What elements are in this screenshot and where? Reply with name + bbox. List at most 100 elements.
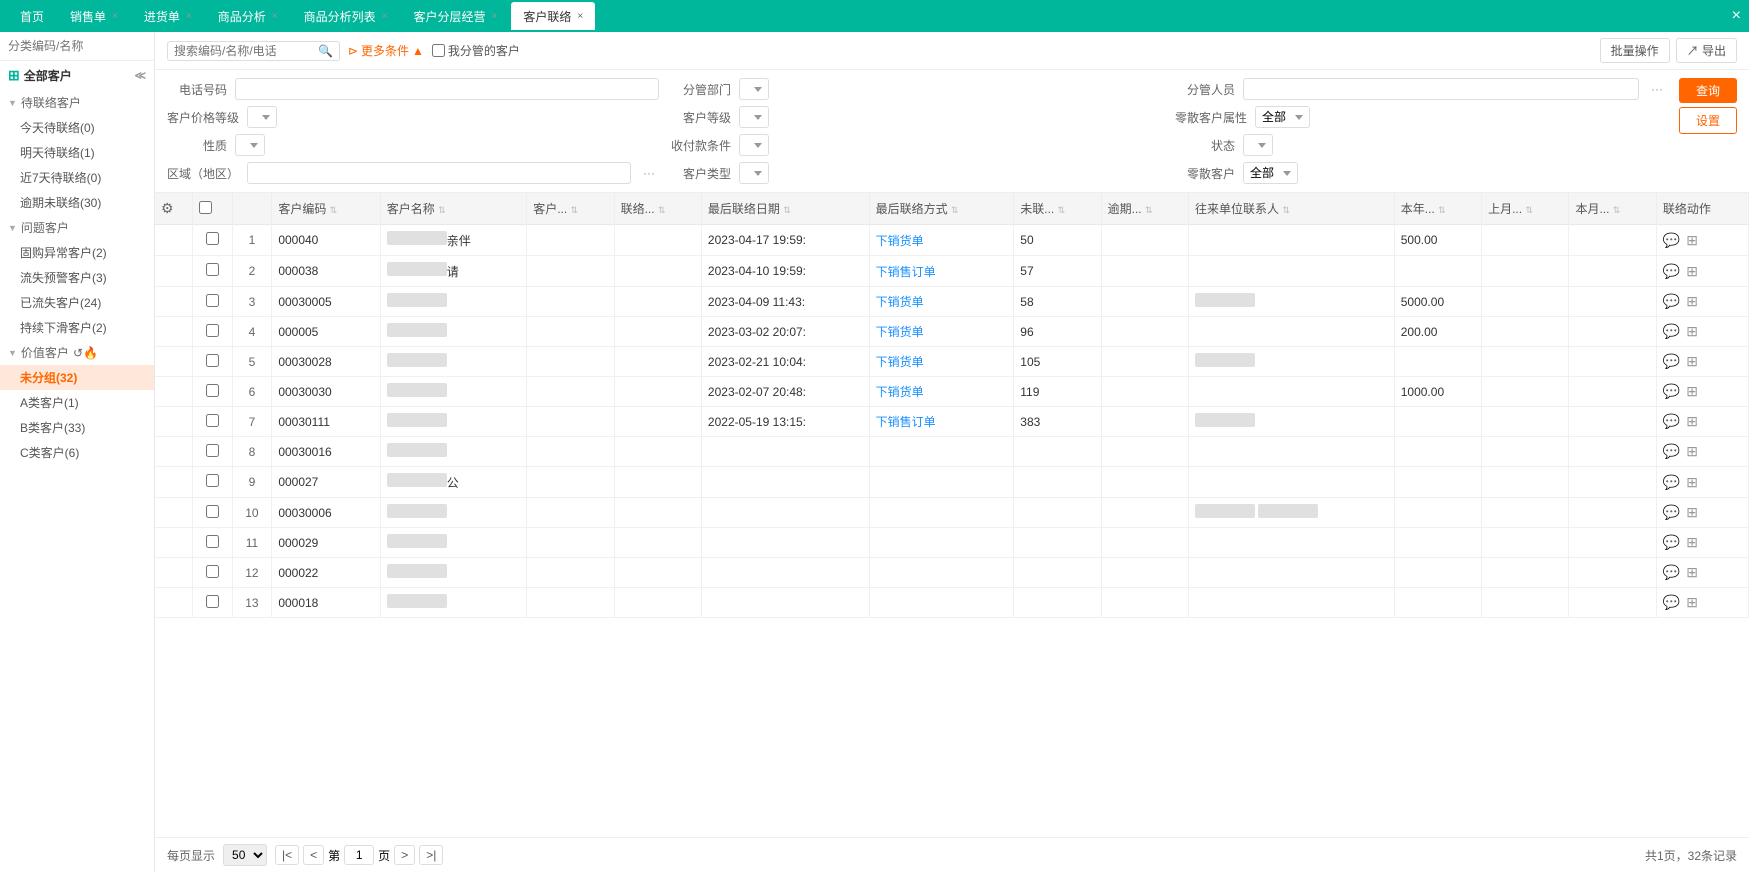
sidebar-item-overdue[interactable]: 逾期未联络(30)	[0, 190, 154, 215]
chat-icon[interactable]: 💬	[1663, 263, 1680, 280]
contact-method-link[interactable]: 下销售订单	[876, 265, 936, 279]
chat-icon[interactable]: 💬	[1663, 504, 1680, 521]
chat-icon[interactable]: 💬	[1663, 413, 1680, 430]
close-product-analysis-icon[interactable]: ×	[272, 11, 278, 22]
close-sales-icon[interactable]: ×	[112, 11, 118, 22]
sidebar-item-loss-warning[interactable]: 流失预警客户(3)	[0, 265, 154, 290]
sidebar-item-group-b[interactable]: B类客户(33)	[0, 415, 154, 440]
close-all-icon[interactable]: ×	[1732, 7, 1741, 25]
chat-icon[interactable]: 💬	[1663, 353, 1680, 370]
staff-dots[interactable]: ···	[1647, 82, 1667, 96]
close-product-analysis-list-icon[interactable]: ×	[382, 11, 388, 22]
sidebar-group-problem[interactable]: ▼ 问题客户	[0, 215, 154, 240]
select-all-checkbox[interactable]	[199, 201, 212, 214]
row-checkbox[interactable]	[206, 384, 219, 397]
td-last-method[interactable]	[869, 467, 1014, 498]
more-conditions-btn[interactable]: ⊳ 更多条件 ▲	[348, 42, 424, 59]
all-customers-header[interactable]: ⊞ 全部客户 ≪	[0, 61, 154, 90]
contact-method-link[interactable]: 下销货单	[876, 325, 924, 339]
chat-icon[interactable]: 💬	[1663, 443, 1680, 460]
row-checkbox[interactable]	[206, 444, 219, 457]
sidebar-item-ungrouped[interactable]: 未分组(32)	[0, 365, 154, 390]
sidebar-item-tomorrow[interactable]: 明天待联络(1)	[0, 140, 154, 165]
row-checkbox[interactable]	[206, 263, 219, 276]
last-page-btn[interactable]: >|	[419, 845, 443, 865]
col-this-year[interactable]: 本年... ⇅	[1394, 193, 1481, 225]
status-select[interactable]	[1243, 134, 1273, 156]
col-type[interactable]: 客户... ⇅	[527, 193, 614, 225]
price-level-select[interactable]	[247, 106, 277, 128]
next-page-btn[interactable]: >	[394, 845, 415, 865]
col-not-contact[interactable]: 未联... ⇅	[1014, 193, 1101, 225]
col-code[interactable]: 客户编码 ⇅	[272, 193, 380, 225]
per-page-select[interactable]: 50	[223, 844, 267, 866]
col-last-method[interactable]: 最后联络方式 ⇅	[869, 193, 1014, 225]
sidebar-item-abnormal[interactable]: 固购异常客户(2)	[0, 240, 154, 265]
col-contact-person[interactable]: 往来单位联系人 ⇅	[1188, 193, 1394, 225]
grid-icon[interactable]: ⊞	[1686, 534, 1698, 551]
row-checkbox[interactable]	[206, 414, 219, 427]
chat-icon[interactable]: 💬	[1663, 594, 1680, 611]
staff-input[interactable]	[1243, 78, 1639, 100]
my-customers-checkbox[interactable]: 我分管的客户	[432, 42, 520, 59]
retail-attr-select[interactable]: 全部	[1255, 106, 1310, 128]
dept-select[interactable]	[739, 78, 769, 100]
grid-icon[interactable]: ⊞	[1686, 383, 1698, 400]
grid-icon[interactable]: ⊞	[1686, 323, 1698, 340]
td-last-method[interactable]	[869, 437, 1014, 467]
td-last-method[interactable]: 下销货单	[869, 347, 1014, 377]
tab-product-analysis-list[interactable]: 商品分析列表 ×	[292, 2, 400, 30]
grid-icon[interactable]: ⊞	[1686, 443, 1698, 460]
row-checkbox[interactable]	[206, 354, 219, 367]
contact-method-link[interactable]: 下销货单	[876, 295, 924, 309]
sidebar-group-waiting[interactable]: ▼ 待联络客户	[0, 90, 154, 115]
grid-icon[interactable]: ⊞	[1686, 232, 1698, 249]
row-checkbox[interactable]	[206, 294, 219, 307]
sidebar-item-near7[interactable]: 近7天待联络(0)	[0, 165, 154, 190]
row-checkbox[interactable]	[206, 232, 219, 245]
contact-method-link[interactable]: 下销货单	[876, 355, 924, 369]
td-last-method[interactable]: 下销售订单	[869, 256, 1014, 287]
region-input[interactable]	[247, 162, 631, 184]
td-last-method[interactable]	[869, 558, 1014, 588]
grid-icon[interactable]: ⊞	[1686, 413, 1698, 430]
tab-home[interactable]: 首页	[8, 2, 56, 30]
close-purchase-icon[interactable]: ×	[186, 11, 192, 22]
refresh-icon[interactable]: ↺	[73, 346, 83, 360]
customer-type-select[interactable]	[739, 162, 769, 184]
sidebar-item-group-c[interactable]: C类客户(6)	[0, 440, 154, 465]
sidebar-item-group-a[interactable]: A类客户(1)	[0, 390, 154, 415]
my-customers-check[interactable]	[432, 44, 445, 57]
contact-method-link[interactable]: 下销售订单	[876, 415, 936, 429]
chat-icon[interactable]: 💬	[1663, 232, 1680, 249]
prev-page-btn[interactable]: <	[303, 845, 324, 865]
close-customer-segment-icon[interactable]: ×	[491, 11, 497, 22]
sidebar-collapse-icon[interactable]: ≪	[134, 69, 146, 82]
td-last-method[interactable]: 下销货单	[869, 287, 1014, 317]
grid-icon[interactable]: ⊞	[1686, 594, 1698, 611]
chat-icon[interactable]: 💬	[1663, 323, 1680, 340]
grid-icon[interactable]: ⊞	[1686, 504, 1698, 521]
row-checkbox[interactable]	[206, 324, 219, 337]
tab-customer-segment[interactable]: 客户分层经营 ×	[401, 2, 509, 30]
sidebar-group-price[interactable]: ▼ 价值客户 ↺ 🔥	[0, 340, 154, 365]
export-button[interactable]: ↗ 导出	[1676, 38, 1737, 63]
col-last-date[interactable]: 最后联络日期 ⇅	[701, 193, 869, 225]
sidebar-search-input[interactable]	[8, 39, 155, 53]
customer-level-select[interactable]	[739, 106, 769, 128]
tab-product-analysis[interactable]: 商品分析 ×	[206, 2, 290, 30]
contact-method-link[interactable]: 下销货单	[876, 385, 924, 399]
phone-input[interactable]	[235, 78, 659, 100]
row-checkbox[interactable]	[206, 535, 219, 548]
td-last-method[interactable]: 下销货单	[869, 317, 1014, 347]
sidebar-item-holding[interactable]: 持续下滑客户(2)	[0, 315, 154, 340]
sidebar-item-lost[interactable]: 已流失客户(24)	[0, 290, 154, 315]
payment-select[interactable]	[739, 134, 769, 156]
grid-icon[interactable]: ⊞	[1686, 263, 1698, 280]
grid-icon[interactable]: ⊞	[1686, 293, 1698, 310]
row-checkbox[interactable]	[206, 505, 219, 518]
col-last-month[interactable]: 上月... ⇅	[1482, 193, 1569, 225]
tab-purchase[interactable]: 进货单 ×	[132, 2, 204, 30]
first-page-btn[interactable]: |<	[275, 845, 299, 865]
region-dots[interactable]: ···	[639, 166, 659, 180]
